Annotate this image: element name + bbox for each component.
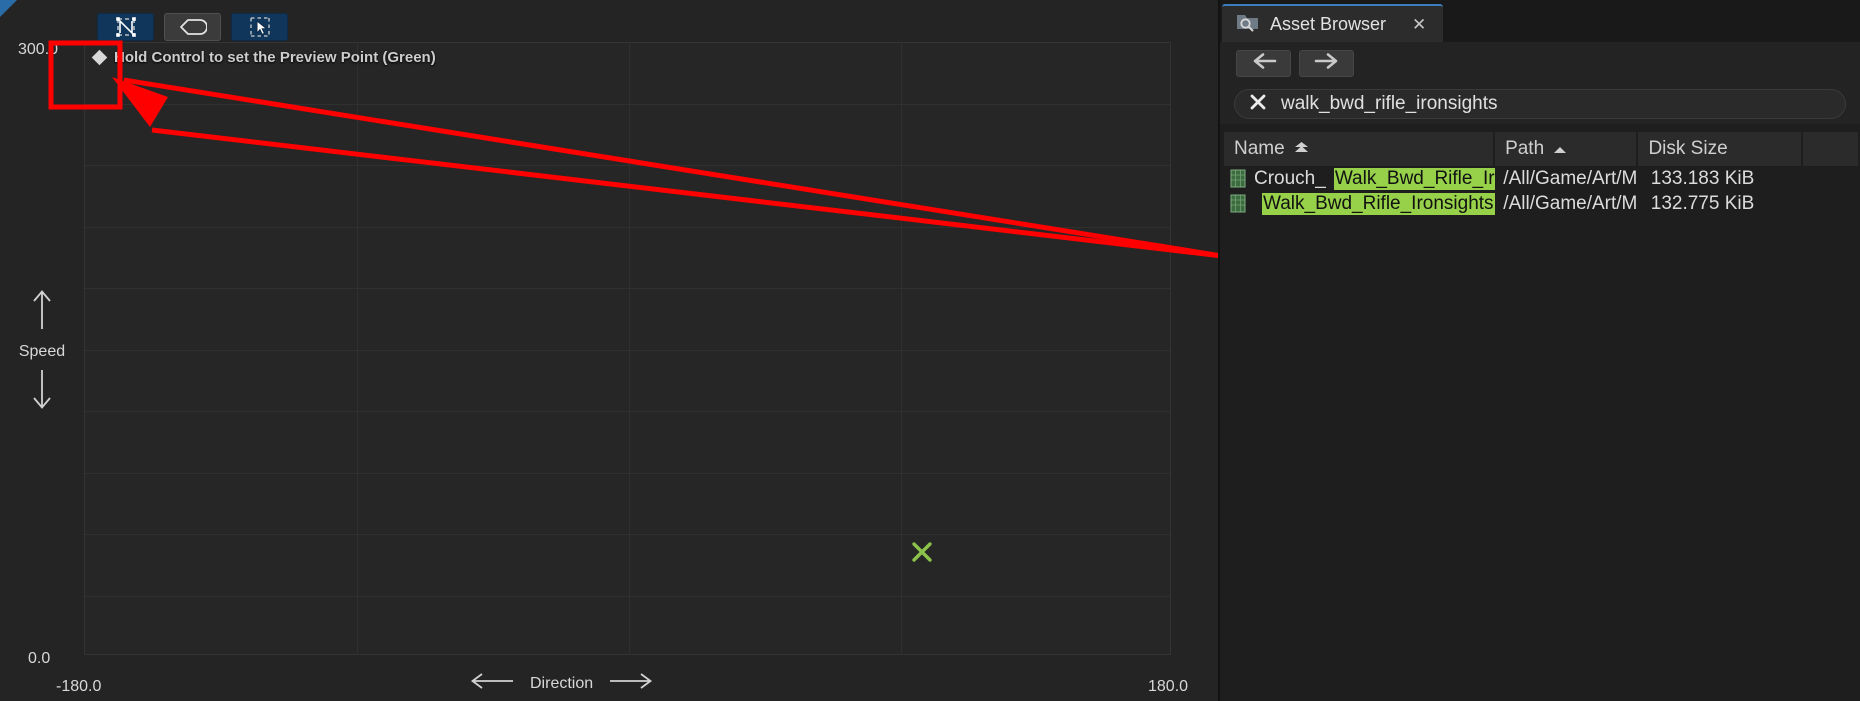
asset-name-match: Walk_Bwd_Rifle_Ironsights <box>1262 192 1495 215</box>
y-axis-down-arrow-icon <box>31 369 53 416</box>
preview-mode-toggle-button[interactable] <box>164 13 221 41</box>
y-axis-label: Speed <box>18 343 66 360</box>
close-icon[interactable]: ✕ <box>1408 14 1430 35</box>
column-header-disk-size-label: Disk Size <box>1648 138 1728 159</box>
asset-extra-cell <box>1804 191 1860 216</box>
y-axis-up-arrow-icon <box>31 288 53 335</box>
clear-search-icon[interactable] <box>1247 91 1269 118</box>
navigate-forward-button[interactable] <box>1299 49 1354 77</box>
arrow-right-icon <box>1314 52 1340 74</box>
grid-lines <box>85 43 1170 654</box>
asset-name-prefix: Crouch_ <box>1254 167 1326 189</box>
asset-extra-cell <box>1804 166 1860 191</box>
blendspace-plot-area[interactable]: Hold Control to set the Preview Point (G… <box>84 42 1171 655</box>
column-header-path[interactable]: Path <box>1495 132 1639 166</box>
capsule-icon <box>179 18 207 36</box>
table-row[interactable]: Walk_Bwd_Rifle_Ironsights /All/Game/Art/… <box>1220 191 1860 216</box>
sort-ascending-icon <box>1553 138 1567 160</box>
navigate-back-button[interactable] <box>1236 49 1291 77</box>
y-axis-min-label: 0.0 <box>28 650 51 667</box>
asset-name-cell[interactable]: Walk_Bwd_Rifle_Ironsights <box>1224 191 1495 216</box>
x-axis-max-label: 180.0 <box>1148 678 1189 695</box>
asset-name-match: Walk_Bwd_Rifle_Iron <box>1333 167 1496 190</box>
table-row[interactable]: Crouch_ Walk_Bwd_Rifle_Iron /All/Game/Art… <box>1220 166 1860 191</box>
column-header-extra[interactable] <box>1803 132 1860 166</box>
sort-ascending-icon <box>1294 138 1309 160</box>
asset-table: Name Path Disk Size Crouch_ Walk_Bwd_Rif… <box>1220 132 1860 216</box>
y-axis-max-label: 300.0 <box>18 41 59 58</box>
x-axis-min-label: -180.0 <box>56 678 102 695</box>
marquee-cursor-icon <box>249 16 271 38</box>
show-grid-toggle-button[interactable] <box>97 13 154 41</box>
column-header-name[interactable]: Name <box>1224 132 1496 166</box>
folder-search-icon <box>1236 11 1260 37</box>
x-axis-caption: Direction <box>470 672 653 695</box>
asset-size-cell: 133.183 KiB <box>1650 167 1755 189</box>
search-input[interactable]: walk_bwd_rifle_ironsights <box>1234 89 1846 119</box>
asset-browser-search-row: walk_bwd_rifle_ironsights <box>1220 84 1860 124</box>
tab-label: Asset Browser <box>1270 13 1387 34</box>
animation-sequence-icon <box>1230 169 1246 188</box>
diamond-marker-icon <box>91 49 108 65</box>
asset-browser-tabstrip: Asset Browser ✕ <box>1220 0 1860 42</box>
blendspace-graph-panel: 300.0 0.0 -180.0 180.0 Speed Direction H… <box>0 0 1218 701</box>
panel-corner-flag-icon <box>0 0 17 17</box>
column-header-name-label: Name <box>1234 138 1285 159</box>
x-axis-label: Direction <box>530 674 594 692</box>
x-axis-right-arrow-icon <box>609 672 653 695</box>
graph-hint-bar: Hold Control to set the Preview Point (G… <box>85 43 436 71</box>
grid-snap-icon <box>115 16 137 38</box>
selection-tool-toggle-button[interactable] <box>231 13 288 41</box>
asset-path-cell: /All/Game/Art/M <box>1503 192 1638 214</box>
asset-size-cell: 132.775 KiB <box>1650 192 1755 214</box>
asset-browser-panel: Asset Browser ✕ walk_bwd_rifle_ironsight… <box>1218 0 1860 701</box>
application-root: 300.0 0.0 -180.0 180.0 Speed Direction H… <box>0 0 1860 701</box>
column-header-path-label: Path <box>1505 138 1545 159</box>
animation-sequence-icon <box>1230 194 1246 213</box>
preview-point-marker-icon[interactable] <box>909 539 935 565</box>
asset-browser-navigation <box>1220 42 1860 84</box>
arrow-left-icon <box>1251 52 1277 74</box>
blendspace-toolbar <box>97 13 288 41</box>
graph-hint-text: Hold Control to set the Preview Point (G… <box>114 48 436 66</box>
asset-path-cell: /All/Game/Art/M <box>1503 167 1638 189</box>
search-input-value: walk_bwd_rifle_ironsights <box>1281 93 1498 114</box>
x-axis-left-arrow-icon <box>470 672 514 695</box>
y-axis-caption: Speed <box>0 288 84 416</box>
tab-asset-browser[interactable]: Asset Browser ✕ <box>1222 4 1444 42</box>
asset-table-header: Name Path Disk Size <box>1220 132 1860 166</box>
asset-name-cell[interactable]: Crouch_ Walk_Bwd_Rifle_Iron <box>1224 166 1496 191</box>
column-header-disk-size[interactable]: Disk Size <box>1638 132 1804 166</box>
